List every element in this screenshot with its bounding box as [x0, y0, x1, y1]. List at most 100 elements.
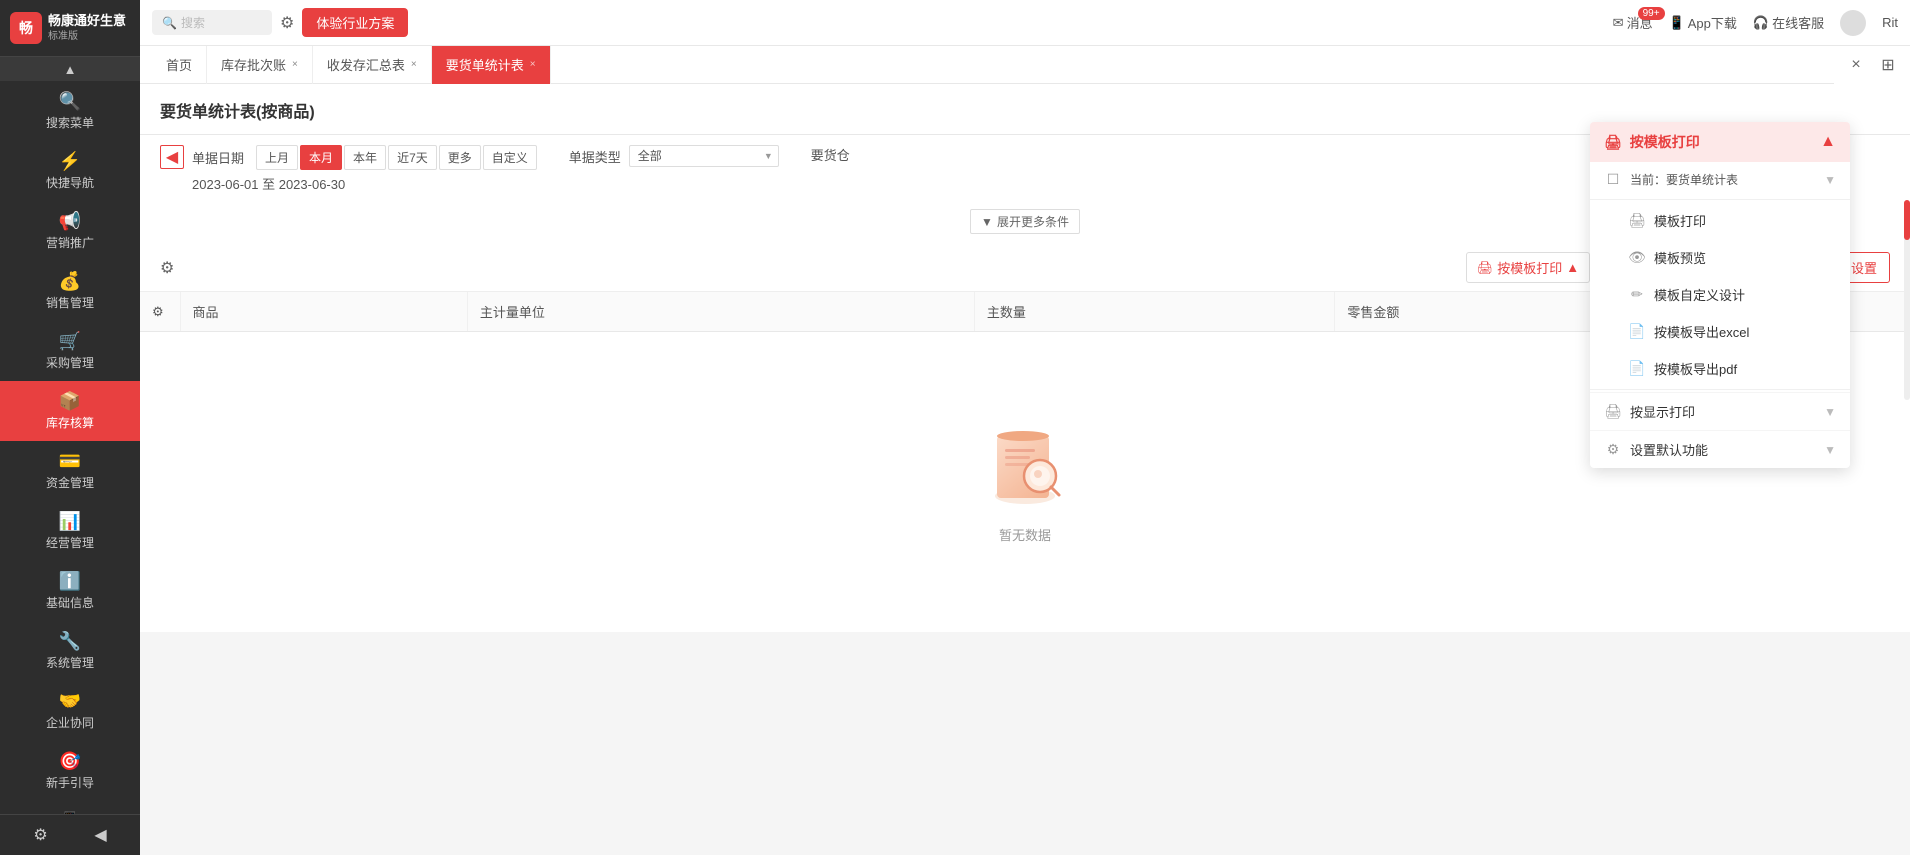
sidebar-item-newguide[interactable]: 🎯 新手引导: [0, 741, 140, 801]
sidebar-item-enterprise[interactable]: 🤝 企业协同: [0, 681, 140, 741]
sidebar-item-inventory[interactable]: 📦 库存核算: [0, 381, 140, 441]
dropdown-header-label: 按模板打印: [1630, 132, 1700, 152]
sidebar-item-system[interactable]: 🔧 系统管理: [0, 621, 140, 681]
tab-label: 库存批次账: [221, 55, 286, 74]
sidebar-item-label: 经营管理: [46, 534, 94, 551]
sales-icon: 💰: [59, 271, 81, 292]
sidebar-scroll-up[interactable]: ▲: [0, 57, 140, 81]
username-label: Rit: [1882, 15, 1898, 30]
order-type-select[interactable]: 全部 要货单 采购单: [629, 145, 779, 167]
date-btn-this-month[interactable]: 本月: [300, 145, 342, 170]
expand-more-label: 展开更多条件: [997, 213, 1069, 230]
right-scrollbar[interactable]: [1904, 200, 1910, 400]
date-btn-custom[interactable]: 自定义: [483, 145, 537, 170]
export-excel-icon: 📄: [1628, 323, 1646, 340]
tab-maximize-button[interactable]: ⊞: [1874, 51, 1902, 79]
dropdown-item-label: 模板自定义设计: [1654, 285, 1745, 304]
dropdown-item-label: 按模板导出excel: [1654, 322, 1749, 341]
col-settings[interactable]: ⚙: [140, 292, 180, 332]
dropdown-item-label: 按模板导出pdf: [1654, 359, 1737, 378]
tab-inventory-batch[interactable]: 库存批次账 ×: [207, 46, 313, 84]
filter-expand-button[interactable]: ◀: [160, 145, 184, 169]
print-template-button[interactable]: 🖨 按模板打印 ▲: [1466, 252, 1590, 283]
set-default-icon: ⚙: [1604, 441, 1622, 458]
sidebar-settings-btn[interactable]: ⚙: [33, 825, 47, 845]
tab-close-icon[interactable]: ×: [292, 59, 298, 70]
topbar-left: 🔍 搜索 ⚙ 体验行业方案: [152, 8, 408, 37]
dropdown-group-label: 设置默认功能: [1630, 440, 1708, 459]
online-service-button[interactable]: 🎧 在线客服: [1753, 13, 1824, 32]
inventory-icon: 📦: [59, 391, 81, 412]
table-settings-icon[interactable]: ⚙: [160, 258, 174, 278]
date-btn-this-year[interactable]: 本年: [344, 145, 386, 170]
date-label: 单据日期: [192, 148, 244, 167]
date-btn-last-month[interactable]: 上月: [256, 145, 298, 170]
user-avatar[interactable]: [1840, 10, 1866, 36]
tab-right-actions: × ⊞: [1834, 46, 1910, 84]
dropdown-item-export-excel[interactable]: 📄 按模板导出excel: [1590, 313, 1850, 350]
logo-text: 畅康通好生意 标准版: [48, 12, 126, 44]
divider: [1590, 389, 1850, 390]
sidebar-item-finance[interactable]: 💳 资金管理: [0, 441, 140, 501]
tab-close-all-button[interactable]: ×: [1842, 51, 1870, 79]
empty-icon: [975, 421, 1075, 511]
dropdown-item-export-pdf[interactable]: 📄 按模板导出pdf: [1590, 350, 1850, 387]
dropdown-item-template-preview[interactable]: 👁 模板预览: [1590, 239, 1850, 276]
sidebar-item-sales[interactable]: 💰 销售管理: [0, 261, 140, 321]
tab-receipts-summary[interactable]: 收发存汇总表 ×: [313, 46, 432, 84]
trial-button[interactable]: 体验行业方案: [302, 8, 408, 37]
ops-icon: 📊: [59, 511, 81, 532]
topbar: 🔍 搜索 ⚙ 体验行业方案 ✉ 消息 99+ 📱 App下载 🎧 在线客服 Ri…: [140, 0, 1910, 46]
print-chevron-icon: ▲: [1566, 260, 1579, 275]
col-quantity: 主数量: [974, 292, 1335, 332]
dropdown-header[interactable]: 🖨 按模板打印 ▲: [1590, 122, 1850, 162]
sidebar-item-appcenter[interactable]: 📱 应用中心: [0, 801, 140, 814]
date-btn-7days[interactable]: 近7天: [388, 145, 437, 170]
dropdown-close-icon[interactable]: ▲: [1820, 133, 1836, 151]
sidebar-item-label: 资金管理: [46, 474, 94, 491]
app-download-button[interactable]: 📱 App下载: [1669, 13, 1737, 32]
tab-home[interactable]: 首页: [152, 46, 207, 84]
col-unit: 主计量单位: [467, 292, 974, 332]
page-content: 要货单统计表(按商品) ◀ 单据日期 上月 本月 本年 近7天 更多 自定义: [140, 84, 1910, 855]
sidebar-item-label: 快捷导航: [46, 174, 94, 191]
expand-more-icon: ▼: [981, 215, 993, 229]
tab-close-icon[interactable]: ×: [411, 59, 417, 70]
dropdown-group-display-print[interactable]: 🖨 按显示打印 ▼: [1590, 392, 1850, 430]
tab-order-stats[interactable]: 要货单统计表 ×: [432, 46, 551, 84]
date-btn-more[interactable]: 更多: [439, 145, 481, 170]
dropdown-group-set-default[interactable]: ⚙ 设置默认功能 ▼: [1590, 430, 1850, 468]
order-type-select-wrap: 全部 要货单 采购单: [629, 145, 779, 167]
messages-button[interactable]: ✉ 消息 99+: [1613, 13, 1653, 32]
marketing-icon: 📢: [59, 211, 81, 232]
print-icon: 🖨: [1477, 260, 1494, 276]
app-logo: 畅 畅康通好生意 标准版: [0, 0, 140, 57]
enterprise-icon: 🤝: [59, 691, 81, 712]
dropdown-item-template-custom[interactable]: ✏ 模板自定义设计: [1590, 276, 1850, 313]
expand-more-button[interactable]: ▼ 展开更多条件: [970, 209, 1080, 234]
sidebar-item-purchase[interactable]: 🛒 采购管理: [0, 321, 140, 381]
display-print-arrow: ▼: [1824, 405, 1836, 419]
tab-close-icon[interactable]: ×: [530, 59, 536, 70]
topbar-search-box[interactable]: 🔍 搜索: [152, 10, 272, 35]
topbar-gear-icon[interactable]: ⚙: [280, 13, 294, 33]
sidebar-item-search-menu[interactable]: 🔍 搜索菜单: [0, 81, 140, 141]
sidebar-item-label: 搜索菜单: [46, 114, 94, 131]
messages-badge: 99+: [1638, 7, 1665, 20]
sidebar-nav: ▲ 🔍 搜索菜单 ⚡ 快捷导航 📢 营销推广 💰 销售管理 🛒 采购管理 📦 库…: [0, 57, 140, 814]
message-icon: ✉: [1613, 15, 1624, 31]
tab-label: 首页: [166, 55, 192, 74]
template-print-icon: 🖨: [1628, 212, 1646, 229]
sidebar-collapse-btn[interactable]: ◀: [94, 825, 106, 845]
current-template-item[interactable]: ☐ 当前：要货单统计表 ▼: [1590, 162, 1850, 197]
tabs-bar: 首页 库存批次账 × 收发存汇总表 × 要货单统计表 × × ⊞: [140, 46, 1910, 84]
sidebar-item-basic[interactable]: ℹ️ 基础信息: [0, 561, 140, 621]
sidebar-item-ops[interactable]: 📊 经营管理: [0, 501, 140, 561]
set-default-arrow: ▼: [1824, 443, 1836, 457]
sidebar-item-marketing[interactable]: 📢 营销推广: [0, 201, 140, 261]
sidebar-item-label: 采购管理: [46, 354, 94, 371]
sidebar-item-quick-nav[interactable]: ⚡ 快捷导航: [0, 141, 140, 201]
newguide-icon: 🎯: [59, 751, 81, 772]
dropdown-item-template-print[interactable]: 🖨 模板打印: [1590, 202, 1850, 239]
finance-icon: 💳: [59, 451, 81, 472]
